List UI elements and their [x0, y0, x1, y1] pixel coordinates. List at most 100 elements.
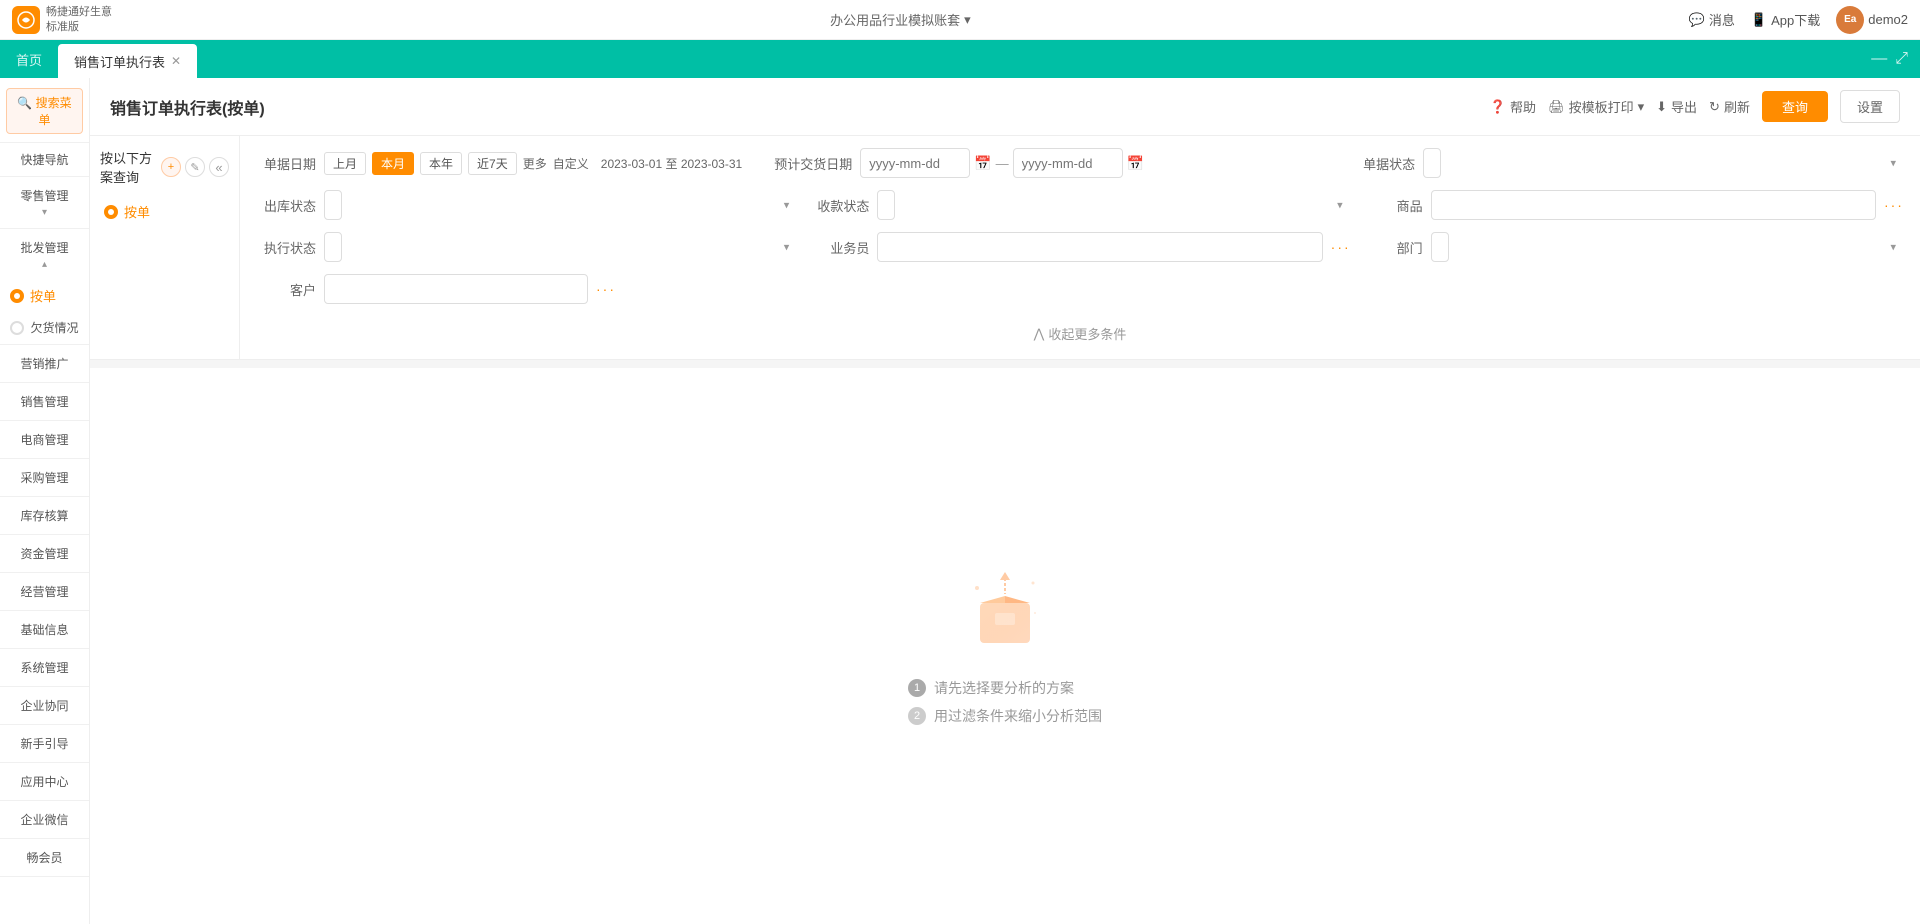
sidebar-item-wechat[interactable]: 企业微信: [0, 801, 89, 838]
receipt-status-select[interactable]: [877, 190, 895, 220]
user-menu[interactable]: Ea demo2: [1836, 6, 1908, 34]
sidebar-item-finance[interactable]: 资金管理: [0, 535, 89, 572]
sidebar-item-guide[interactable]: 新手引导: [0, 725, 89, 762]
top-bar-right: 💬 消息 📱 App下载 Ea demo2: [1689, 6, 1908, 34]
chevron-up-icon: ▴: [42, 259, 47, 270]
export-button[interactable]: ⬇ 导出: [1656, 97, 1697, 116]
empty-step-2: 2 用过滤条件来缩小分析范围: [908, 706, 1102, 726]
date-separator: —: [996, 156, 1009, 171]
tab-close-icon[interactable]: ✕: [171, 54, 181, 68]
empty-illustration: [955, 558, 1055, 658]
execution-status-select[interactable]: [324, 232, 342, 262]
sidebar-item-label: 批发管理: [20, 239, 68, 256]
status-select[interactable]: [1423, 148, 1441, 178]
query-button[interactable]: 查询: [1762, 91, 1828, 122]
sidebar-sub-item-按单[interactable]: 按单: [0, 280, 89, 311]
receipt-status-wrapper: [877, 190, 1350, 220]
sidebar-section-finance: 资金管理: [0, 535, 89, 573]
sidebar-search-button[interactable]: 🔍 搜索菜单: [6, 88, 83, 134]
chevron-down-icon: ▾: [964, 12, 971, 28]
custom-date-button[interactable]: 自定义: [553, 155, 589, 172]
goods-more-icon[interactable]: ···: [1884, 197, 1904, 213]
sidebar-item-retail[interactable]: 零售管理 ▾: [0, 177, 89, 228]
tab-sales-order-execution[interactable]: 销售订单执行表 ✕: [58, 44, 197, 78]
date-range-display: 2023-03-01 至 2023-03-31: [601, 155, 742, 172]
page-header: 销售订单执行表(按单) ❓ 帮助 🖨 按模板打印 ▾ ⬇ 导出 ↻ 刷新: [90, 78, 1920, 136]
message-button[interactable]: 💬 消息: [1689, 10, 1735, 29]
expected-date-start[interactable]: [860, 148, 970, 178]
calendar-end-icon[interactable]: 📅: [1127, 155, 1144, 172]
step-number-1: 1: [908, 679, 926, 697]
add-scheme-button[interactable]: +: [161, 157, 181, 177]
breadcrumb-dropdown[interactable]: 办公用品行业模拟账套 ▾: [830, 10, 971, 29]
salesman-more-icon[interactable]: ···: [1331, 239, 1351, 255]
scheme-active-dot: [104, 205, 118, 219]
last7days-button[interactable]: 近7天: [468, 152, 517, 175]
sidebar-item-wholesale[interactable]: 批发管理 ▴: [0, 229, 89, 280]
sidebar-item-operations[interactable]: 经营管理: [0, 573, 89, 610]
sidebar-section-retail: 零售管理 ▾: [0, 177, 89, 229]
sidebar-quick-nav[interactable]: 快捷导航: [0, 143, 89, 177]
delivery-status-select[interactable]: [324, 190, 342, 220]
more-date-button[interactable]: 更多: [523, 155, 547, 172]
customer-input[interactable]: [324, 274, 588, 304]
maximize-icon[interactable]: ⤢: [1895, 50, 1908, 68]
scheme-sidebar: 按以下方案查询 + ✎ « 按单: [90, 136, 240, 359]
calendar-start-icon[interactable]: 📅: [974, 155, 991, 172]
app-download-button[interactable]: 📱 App下载: [1751, 10, 1820, 29]
sidebar-section-ecommerce: 电商管理: [0, 421, 89, 459]
goods-input[interactable]: [1431, 190, 1876, 220]
breadcrumb: 办公用品行业模拟账套 ▾: [830, 10, 971, 29]
expected-date-end[interactable]: [1013, 148, 1123, 178]
sidebar-item-enterprise[interactable]: 企业协同: [0, 687, 89, 724]
help-button[interactable]: ❓ 帮助: [1490, 97, 1536, 116]
sidebar-section-member: 畅会员: [0, 839, 89, 877]
sidebar-item-basic-info[interactable]: 基础信息: [0, 611, 89, 648]
salesman-field: 业务员 ···: [809, 232, 1350, 262]
delivery-status-field: 出库状态: [256, 190, 797, 220]
department-wrapper: [1431, 232, 1904, 262]
sidebar-section-wholesale: 批发管理 ▴ 按单 欠货情况: [0, 229, 89, 345]
current-month-button[interactable]: 本月: [372, 152, 414, 175]
sidebar-item-sales[interactable]: 销售管理: [0, 383, 89, 420]
salesman-input[interactable]: [877, 232, 1322, 262]
delivery-status-wrapper: [324, 190, 797, 220]
logo-text: 畅捷通好生意 标准版: [46, 5, 112, 34]
sidebar-item-marketing[interactable]: 营销推广: [0, 345, 89, 382]
search-panel: 按以下方案查询 + ✎ « 按单 单据: [90, 136, 1920, 360]
top-bar: 畅捷通好生意 标准版 办公用品行业模拟账套 ▾ 💬 消息 📱 App下载 Ea …: [0, 0, 1920, 40]
sidebar-item-system[interactable]: 系统管理: [0, 649, 89, 686]
collapse-scheme-button[interactable]: «: [209, 157, 229, 177]
sidebar-sub-item-欠货情况[interactable]: 欠货情况: [0, 311, 89, 344]
this-year-button[interactable]: 本年: [420, 152, 462, 175]
tab-home[interactable]: 首页: [0, 40, 58, 78]
print-button[interactable]: 🖨 按模板打印 ▾: [1548, 97, 1644, 116]
edit-scheme-button[interactable]: ✎: [185, 157, 205, 177]
search-row-1: 单据日期 上月 本月 本年 近7天 更多 自定义 20: [256, 148, 1904, 178]
collapse-icon: ⋀: [1034, 326, 1045, 342]
chevron-down-icon: ▾: [42, 207, 47, 218]
search-row-2: 出库状态 收款状态: [256, 190, 1904, 220]
minimize-icon[interactable]: —: [1871, 50, 1887, 68]
delivery-status-label: 出库状态: [256, 196, 316, 215]
customer-more-icon[interactable]: ···: [596, 281, 616, 297]
setting-button[interactable]: 设置: [1840, 90, 1900, 123]
refresh-button[interactable]: ↻ 刷新: [1709, 97, 1750, 116]
last-month-button[interactable]: 上月: [324, 152, 366, 175]
execution-status-wrapper: [324, 232, 797, 262]
sidebar-item-member[interactable]: 畅会员: [0, 839, 89, 876]
export-icon: ⬇: [1656, 99, 1667, 115]
sidebar-section-system: 系统管理: [0, 649, 89, 687]
department-select[interactable]: [1431, 232, 1449, 262]
scheme-actions: + ✎ «: [161, 157, 229, 177]
scheme-item-按单[interactable]: 按单: [100, 196, 229, 227]
sidebar-item-inventory[interactable]: 库存核算: [0, 497, 89, 534]
app-icon: 📱: [1751, 12, 1767, 28]
sidebar-item-app-center[interactable]: 应用中心: [0, 763, 89, 800]
execution-status-field: 执行状态: [256, 232, 797, 262]
print-dropdown-icon: ▾: [1638, 99, 1645, 115]
sidebar-item-purchase[interactable]: 采购管理: [0, 459, 89, 496]
empty-state: 1 请先选择要分析的方案 2 用过滤条件来缩小分析范围: [90, 368, 1920, 924]
sidebar-item-ecommerce[interactable]: 电商管理: [0, 421, 89, 458]
collapse-button[interactable]: ⋀ 收起更多条件: [1034, 324, 1127, 343]
